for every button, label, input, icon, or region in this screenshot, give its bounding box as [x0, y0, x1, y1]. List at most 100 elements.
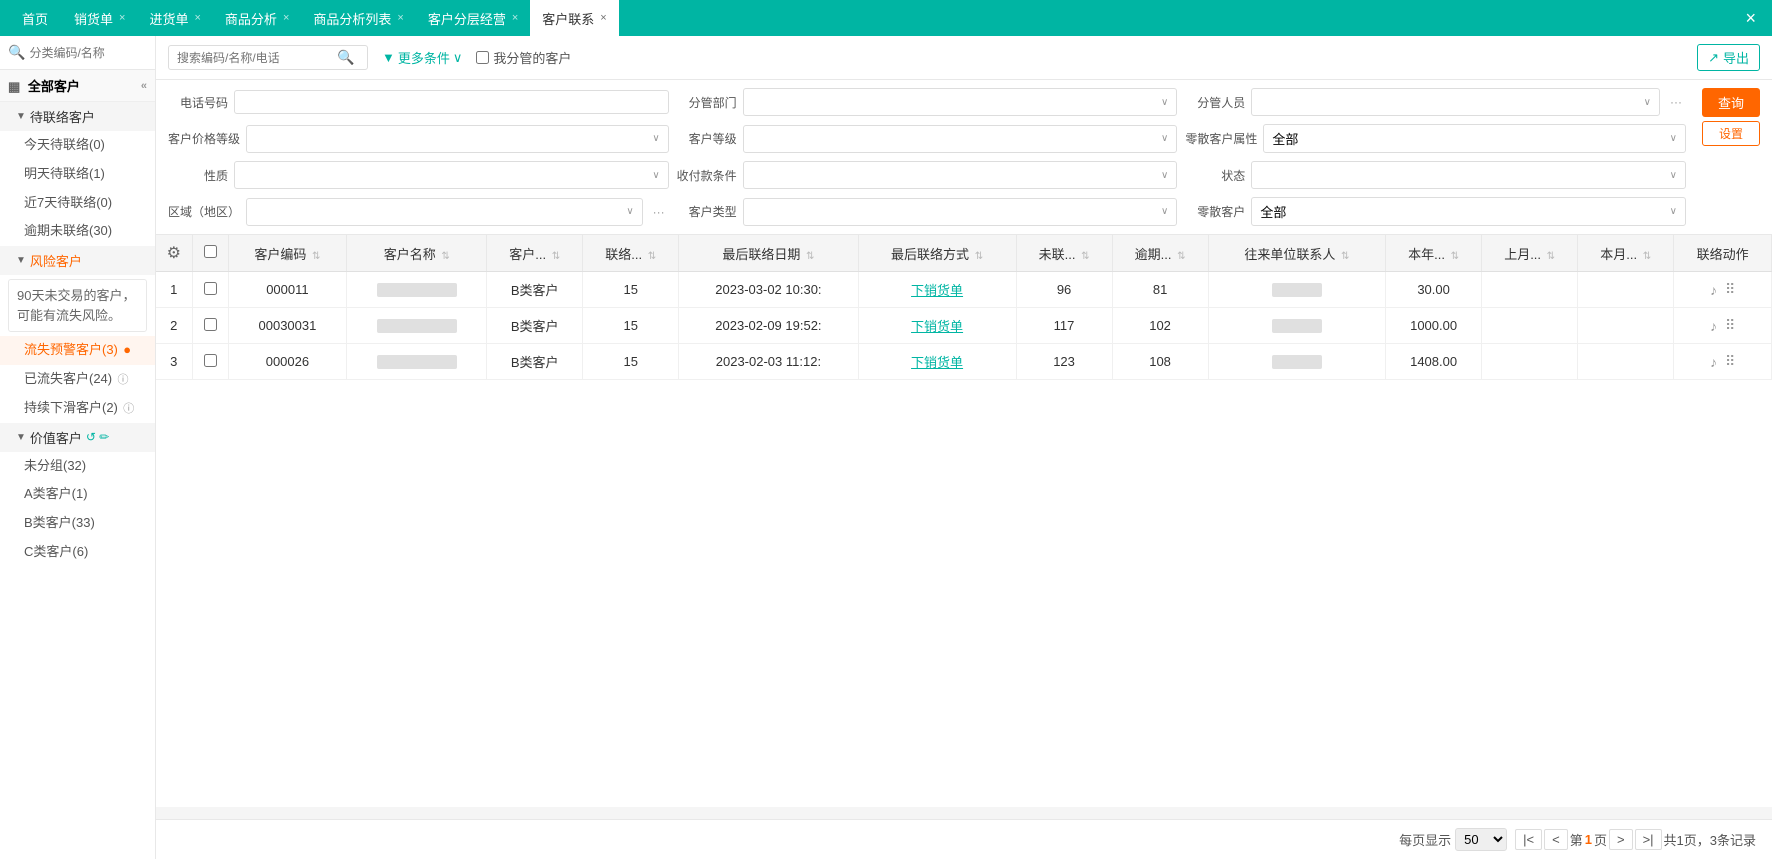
- contact-action-icon[interactable]: ♪: [1710, 354, 1717, 370]
- sidebar-item-declining[interactable]: 持续下滑客户(2) ⓘ: [0, 394, 155, 423]
- sidebar-item-today-contact[interactable]: 今天待联络(0): [0, 131, 155, 160]
- scatter-attr-select[interactable]: 全部 ∨: [1263, 124, 1686, 153]
- my-customers-checkbox[interactable]: [476, 51, 489, 64]
- page-size-select[interactable]: 50 100 200: [1455, 828, 1507, 851]
- sort-icon[interactable]: ⇅: [441, 251, 449, 262]
- sort-icon[interactable]: ⇅: [1547, 251, 1555, 262]
- sort-icon[interactable]: ⇅: [1643, 251, 1651, 262]
- sidebar-item-churned[interactable]: 已流失客户(24) ⓘ: [0, 365, 155, 394]
- sidebar-group-value[interactable]: ▼ 价值客户 ↺ ✏: [0, 423, 155, 452]
- manager-more-btn[interactable]: ···: [1666, 95, 1686, 109]
- sidebar-item-7day-contact[interactable]: 近7天待联络(0): [0, 189, 155, 218]
- sidebar-item-b-class[interactable]: B类客户(33): [0, 509, 155, 538]
- nav-tab-home[interactable]: 首页: [8, 0, 62, 36]
- sidebar-search-input[interactable]: [29, 46, 156, 60]
- region-more-btn[interactable]: ···: [649, 205, 669, 219]
- th-last-month: 上月... ⇅: [1482, 235, 1578, 272]
- th-action: 联络动作: [1674, 235, 1772, 272]
- td-type: B类客户: [487, 272, 583, 308]
- more-conditions-btn[interactable]: ▼ 更多条件 ∨: [376, 45, 468, 70]
- nav-tab-customer-tier[interactable]: 客户分层经营 ×: [416, 0, 530, 36]
- sort-icon[interactable]: ⇅: [1177, 251, 1185, 262]
- sort-icon[interactable]: ⇅: [806, 251, 814, 262]
- th-contact-count: 联络... ⇅: [583, 235, 679, 272]
- contact-method-link[interactable]: 下销货单: [911, 355, 963, 370]
- th-last-contact-date: 最后联络日期 ⇅: [679, 235, 858, 272]
- sort-icon[interactable]: ⇅: [552, 251, 560, 262]
- filter-action-buttons: 查询 设置: [1702, 88, 1760, 226]
- row-checkbox[interactable]: [204, 282, 217, 295]
- sort-icon[interactable]: ⇅: [1451, 251, 1459, 262]
- contact-action-icon[interactable]: ♪: [1710, 318, 1717, 334]
- window-close-btn[interactable]: ×: [1737, 8, 1764, 29]
- contact-method-link[interactable]: 下销货单: [911, 319, 963, 334]
- export-btn[interactable]: ↗ 导出: [1697, 44, 1760, 71]
- scatter-customer-select[interactable]: 全部 ∨: [1251, 197, 1686, 226]
- nav-tab-sales[interactable]: 销货单 ×: [62, 0, 137, 36]
- sidebar-item-ungrouped[interactable]: 未分组(32): [0, 452, 155, 481]
- column-settings-icon[interactable]: ⚙: [167, 245, 181, 262]
- payment-select[interactable]: ∨: [743, 161, 1178, 189]
- filter-search-icon[interactable]: 🔍: [337, 49, 354, 66]
- sort-icon[interactable]: ⇅: [1341, 251, 1349, 262]
- phone-input[interactable]: [234, 90, 669, 114]
- horizontal-scrollbar[interactable]: [156, 807, 1772, 819]
- collapse-icon[interactable]: «: [141, 80, 147, 92]
- edit-value-group[interactable]: ↺ ✏: [86, 430, 109, 444]
- close-tab-product-list[interactable]: ×: [397, 12, 403, 24]
- row-checkbox[interactable]: [204, 354, 217, 367]
- filter-field-nature: 性质 ∨: [168, 161, 669, 189]
- td-index: 3: [156, 344, 192, 380]
- last-page-btn[interactable]: >|: [1635, 829, 1662, 850]
- manager-select[interactable]: ∨: [1251, 88, 1660, 116]
- filter-search-input[interactable]: [177, 51, 337, 65]
- sidebar-item-overdue-contact[interactable]: 逾期未联络(30): [0, 217, 155, 246]
- all-customers-header[interactable]: ▦ 全部客户 «: [0, 70, 155, 102]
- contact-action-icon[interactable]: ♪: [1710, 282, 1717, 298]
- td-contact: 15: [583, 344, 679, 380]
- nav-tab-product-list[interactable]: 商品分析列表 ×: [301, 0, 415, 36]
- contact-method-link[interactable]: 下销货单: [911, 283, 963, 298]
- more-action-icon[interactable]: ⠿: [1725, 353, 1735, 370]
- filter-field-phone: 电话号码: [168, 90, 669, 114]
- close-tab-customer-tier[interactable]: ×: [512, 12, 518, 24]
- close-tab-customer-contact[interactable]: ×: [600, 12, 606, 24]
- first-page-btn[interactable]: |<: [1515, 829, 1542, 850]
- sidebar-item-c-class[interactable]: C类客户(6): [0, 538, 155, 567]
- nav-tab-customer-contact[interactable]: 客户联系 ×: [530, 0, 618, 36]
- dept-select[interactable]: ∨: [743, 88, 1178, 116]
- sort-icon[interactable]: ⇅: [975, 251, 983, 262]
- nav-tab-product-analysis[interactable]: 商品分析 ×: [213, 0, 301, 36]
- export-icon: ↗: [1708, 50, 1719, 66]
- sidebar-item-a-class[interactable]: A类客户(1): [0, 480, 155, 509]
- row-checkbox[interactable]: [204, 318, 217, 331]
- price-level-select[interactable]: ∨: [246, 125, 669, 153]
- sidebar-item-churn-warning[interactable]: 流失预警客户(3) ●: [0, 336, 155, 365]
- sidebar-group-pending[interactable]: ▼ 待联络客户: [0, 102, 155, 131]
- chevron-down-icon: ∨: [1161, 97, 1168, 108]
- customer-level-select[interactable]: ∨: [743, 125, 1178, 153]
- more-action-icon[interactable]: ⠿: [1725, 317, 1735, 334]
- td-last-method: 下销货单: [858, 344, 1016, 380]
- more-action-icon[interactable]: ⠿: [1725, 281, 1735, 298]
- sidebar-item-tomorrow-contact[interactable]: 明天待联络(1): [0, 160, 155, 189]
- customer-type-select[interactable]: ∨: [743, 198, 1178, 226]
- nav-tab-purchase[interactable]: 进货单 ×: [137, 0, 212, 36]
- select-all-checkbox[interactable]: [204, 245, 217, 258]
- region-select[interactable]: ∨: [246, 198, 643, 226]
- close-tab-purchase[interactable]: ×: [194, 12, 200, 24]
- nature-select[interactable]: ∨: [234, 161, 669, 189]
- close-tab-sales[interactable]: ×: [119, 12, 125, 24]
- setting-btn[interactable]: 设置: [1702, 121, 1760, 146]
- sidebar-group-risk[interactable]: ▼ 风险客户: [0, 246, 155, 275]
- next-page-btn[interactable]: >: [1609, 829, 1633, 850]
- close-tab-product-analysis[interactable]: ×: [283, 12, 289, 24]
- prev-page-btn[interactable]: <: [1544, 829, 1568, 850]
- th-contact-person: 往来单位联系人 ⇅: [1208, 235, 1385, 272]
- sort-icon[interactable]: ⇅: [1081, 251, 1089, 262]
- filter-field-payment: 收付款条件 ∨: [677, 161, 1178, 189]
- sort-icon[interactable]: ⇅: [648, 251, 656, 262]
- status-select[interactable]: ∨: [1251, 161, 1686, 189]
- sort-icon[interactable]: ⇅: [312, 251, 320, 262]
- query-btn[interactable]: 查询: [1702, 88, 1760, 117]
